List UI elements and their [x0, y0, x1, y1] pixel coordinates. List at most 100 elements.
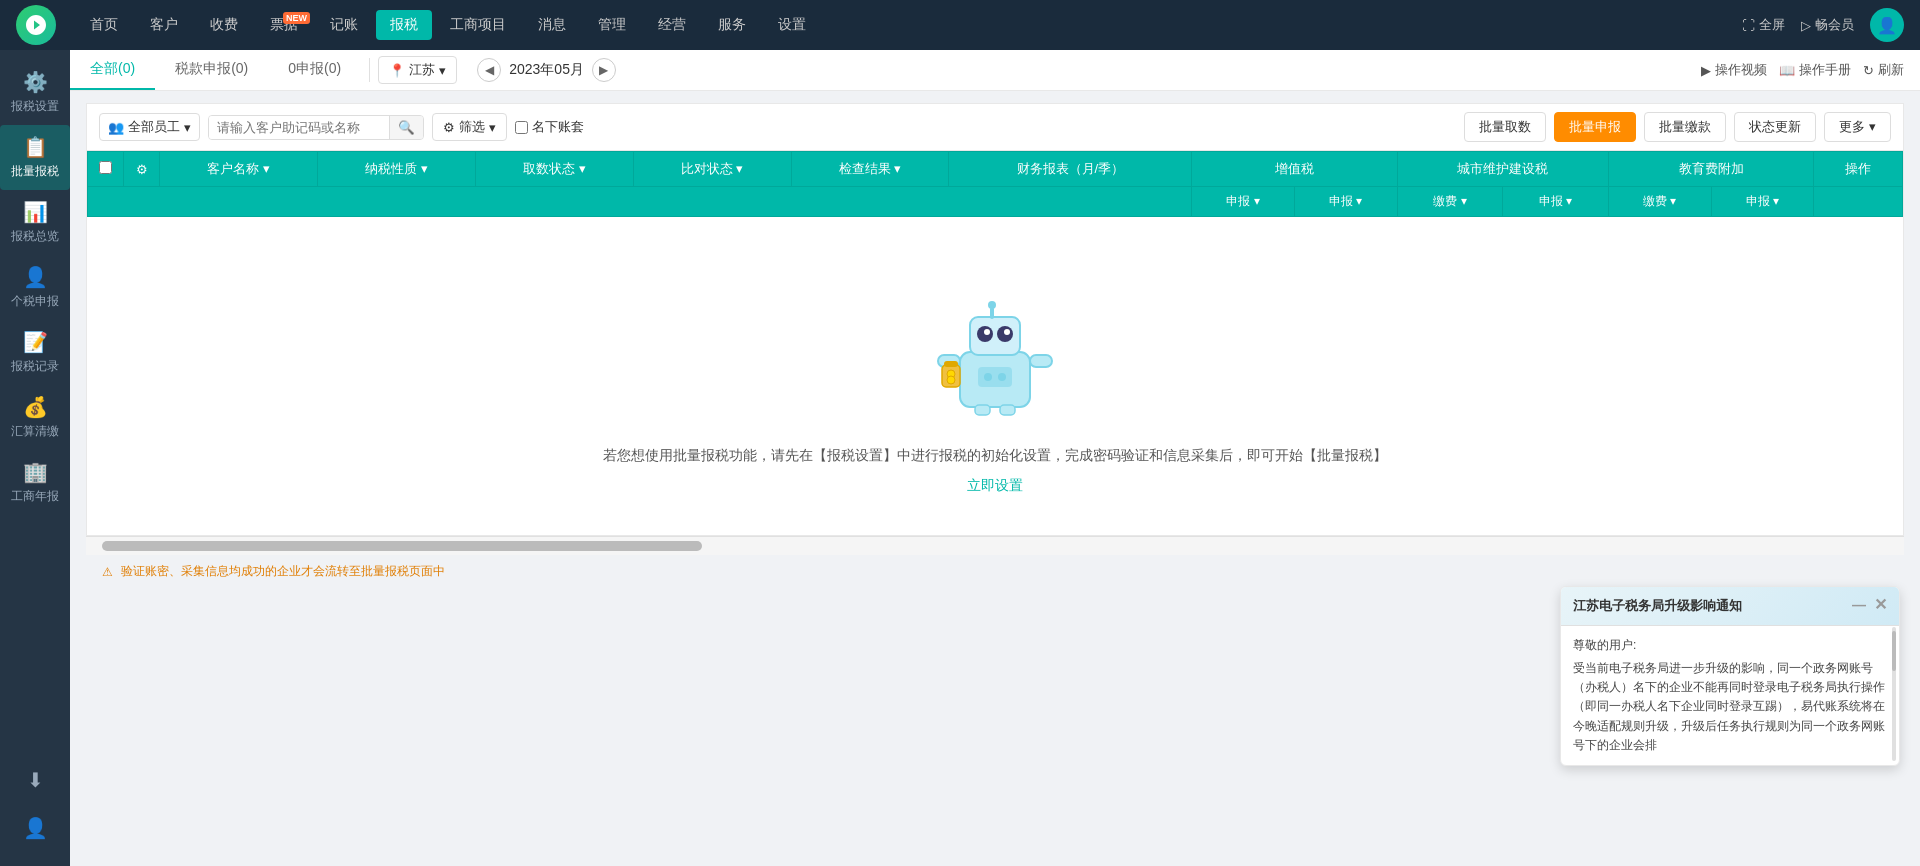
sidebar-item-annual-report[interactable]: 🏢 工商年报	[0, 450, 70, 515]
search-input[interactable]	[209, 116, 389, 139]
notification-minimize[interactable]: —	[1852, 597, 1866, 613]
tab-tax-declare[interactable]: 税款申报(0)	[155, 50, 268, 90]
th-operation-sub	[1814, 187, 1903, 217]
nav-customer[interactable]: 客户	[136, 10, 192, 40]
video-link[interactable]: ▶ 操作视频	[1701, 61, 1767, 79]
svg-rect-14	[978, 367, 1012, 387]
user-avatar[interactable]: 👤	[1870, 8, 1904, 42]
nav-settings[interactable]: 设置	[764, 10, 820, 40]
fullscreen-btn[interactable]: ⛶ 全屏	[1742, 16, 1785, 34]
select-all-checkbox[interactable]	[99, 161, 112, 174]
tab-all[interactable]: 全部(0)	[70, 50, 155, 90]
filter-arrow-4[interactable]: ▾	[736, 161, 743, 176]
th-spacer	[88, 187, 1192, 217]
batch-tax-icon: 📋	[23, 135, 48, 159]
th-settings: ⚙	[124, 152, 160, 187]
svg-point-16	[998, 373, 1006, 381]
robot-svg	[930, 297, 1060, 427]
tax-overview-icon: 📊	[23, 200, 48, 224]
nav-operation[interactable]: 经营	[644, 10, 700, 40]
personal-tax-icon: 👤	[23, 265, 48, 289]
filter-btn[interactable]: ⚙ 筛选 ▾	[432, 113, 507, 141]
svg-point-7	[988, 301, 996, 309]
svg-rect-17	[975, 405, 990, 415]
dropdown-arrow: ▾	[184, 120, 191, 135]
nav-tax[interactable]: 报税	[376, 10, 432, 40]
status-message: 验证账密、采集信息均成功的企业才会流转至批量报税页面中	[121, 563, 445, 580]
city-pay-filter[interactable]: ▾	[1566, 194, 1572, 208]
new-badge: NEW	[283, 12, 310, 24]
svg-rect-11	[944, 361, 958, 367]
th-customer-name: 客户名称 ▾	[160, 152, 318, 187]
status-update-btn[interactable]: 状态更新	[1734, 112, 1816, 142]
sidebar-item-tax-records[interactable]: 📝 报税记录	[0, 320, 70, 385]
sidebar-user[interactable]: 👤	[0, 806, 70, 850]
tax-records-icon: 📝	[23, 330, 48, 354]
filter-arrow-5[interactable]: ▾	[894, 161, 901, 176]
nav-accounting[interactable]: 记账	[316, 10, 372, 40]
more-btn[interactable]: 更多 ▾	[1824, 112, 1891, 142]
filter-arrow-2[interactable]: ▾	[421, 161, 428, 176]
nav-home[interactable]: 首页	[76, 10, 132, 40]
notification-popup: 江苏电子税务局升级影响通知 — ✕ 尊敬的用户: 受当前电子税务局进一步升级的影…	[1560, 586, 1900, 766]
search-button[interactable]: 🔍	[389, 116, 423, 139]
user-icon: 👤	[23, 816, 48, 840]
filter-arrow-3[interactable]: ▾	[579, 161, 586, 176]
empty-link[interactable]: 立即设置	[108, 477, 1883, 495]
vat-declare-filter[interactable]: ▾	[1254, 194, 1260, 208]
nav-message[interactable]: 消息	[524, 10, 580, 40]
tab-zero-declare[interactable]: 0申报(0)	[268, 50, 361, 90]
nav-fee[interactable]: 收费	[196, 10, 252, 40]
edu-declare-filter[interactable]: ▾	[1670, 194, 1676, 208]
batch-declare-btn[interactable]: 批量申报	[1554, 112, 1636, 142]
refresh-icon: ↻	[1863, 63, 1874, 78]
notification-close-btn[interactable]: ✕	[1874, 597, 1887, 613]
batch-pay-btn[interactable]: 批量缴款	[1644, 112, 1726, 142]
province-selector[interactable]: 📍 江苏 ▾	[378, 56, 457, 84]
member-btn[interactable]: ▷ 畅会员	[1801, 16, 1854, 34]
manual-link[interactable]: 📖 操作手册	[1779, 61, 1851, 79]
sidebar-item-personal-tax[interactable]: 👤 个税申报	[0, 255, 70, 320]
employee-select[interactable]: 👥 全部员工 ▾	[99, 113, 200, 141]
edu-pay-filter[interactable]: ▾	[1773, 194, 1779, 208]
settings-icon[interactable]: ⚙	[136, 162, 148, 177]
sidebar-item-batch-tax[interactable]: 📋 批量报税	[0, 125, 70, 190]
notification-scrollbar-thumb[interactable]	[1892, 631, 1896, 671]
nav-business[interactable]: 工商项目	[436, 10, 520, 40]
svg-point-4	[984, 329, 990, 335]
batch-fetch-btn[interactable]: 批量取数	[1464, 112, 1546, 142]
refresh-link[interactable]: ↻ 刷新	[1863, 61, 1904, 79]
tax-settings-icon: ⚙️	[23, 70, 48, 94]
city-declare-filter[interactable]: ▾	[1461, 194, 1467, 208]
data-table: ⚙ 客户名称 ▾ 纳税性质 ▾ 取数状态 ▾	[87, 151, 1903, 535]
date-display: 2023年05月	[509, 61, 584, 79]
th-city-tax: 城市维护建设税	[1397, 152, 1608, 187]
filter-arrow[interactable]: ▾	[263, 161, 270, 176]
horizontal-scrollbar[interactable]	[102, 541, 702, 551]
nav-invoice[interactable]: 票据 NEW	[256, 10, 312, 40]
date-prev-btn[interactable]: ◀	[477, 58, 501, 82]
sidebar-item-settlement[interactable]: 💰 汇算清缴	[0, 385, 70, 450]
svg-point-13	[947, 376, 955, 384]
notification-header: 江苏电子税务局升级影响通知 — ✕	[1561, 587, 1899, 626]
filter-icon: ⚙	[443, 120, 455, 135]
warning-icon: ⚠	[102, 565, 113, 579]
robot-illustration	[108, 297, 1883, 427]
table-empty: 若您想使用批量报税功能，请先在【报税设置】中进行报税的初始化设置，完成密码验证和…	[88, 217, 1903, 535]
account-checkbox[interactable]	[515, 121, 528, 134]
th-education-surcharge: 教育费附加	[1608, 152, 1813, 187]
date-next-btn[interactable]: ▶	[592, 58, 616, 82]
notification-title: 江苏电子税务局升级影响通知	[1573, 597, 1742, 615]
account-checkbox-label[interactable]: 名下账套	[515, 118, 584, 136]
vat-pay-filter[interactable]: ▾	[1356, 194, 1362, 208]
svg-point-5	[1004, 329, 1010, 335]
member-icon: ▷	[1801, 18, 1811, 33]
video-icon: ▶	[1701, 63, 1711, 78]
nav-service[interactable]: 服务	[704, 10, 760, 40]
app-logo[interactable]	[16, 5, 56, 45]
sidebar-download[interactable]: ⬇	[0, 758, 70, 802]
sidebar-item-tax-overview[interactable]: 📊 报税总览	[0, 190, 70, 255]
nav-manage[interactable]: 管理	[584, 10, 640, 40]
sidebar-item-tax-settings[interactable]: ⚙️ 报税设置	[0, 60, 70, 125]
more-dropdown-icon: ▾	[1869, 119, 1876, 134]
